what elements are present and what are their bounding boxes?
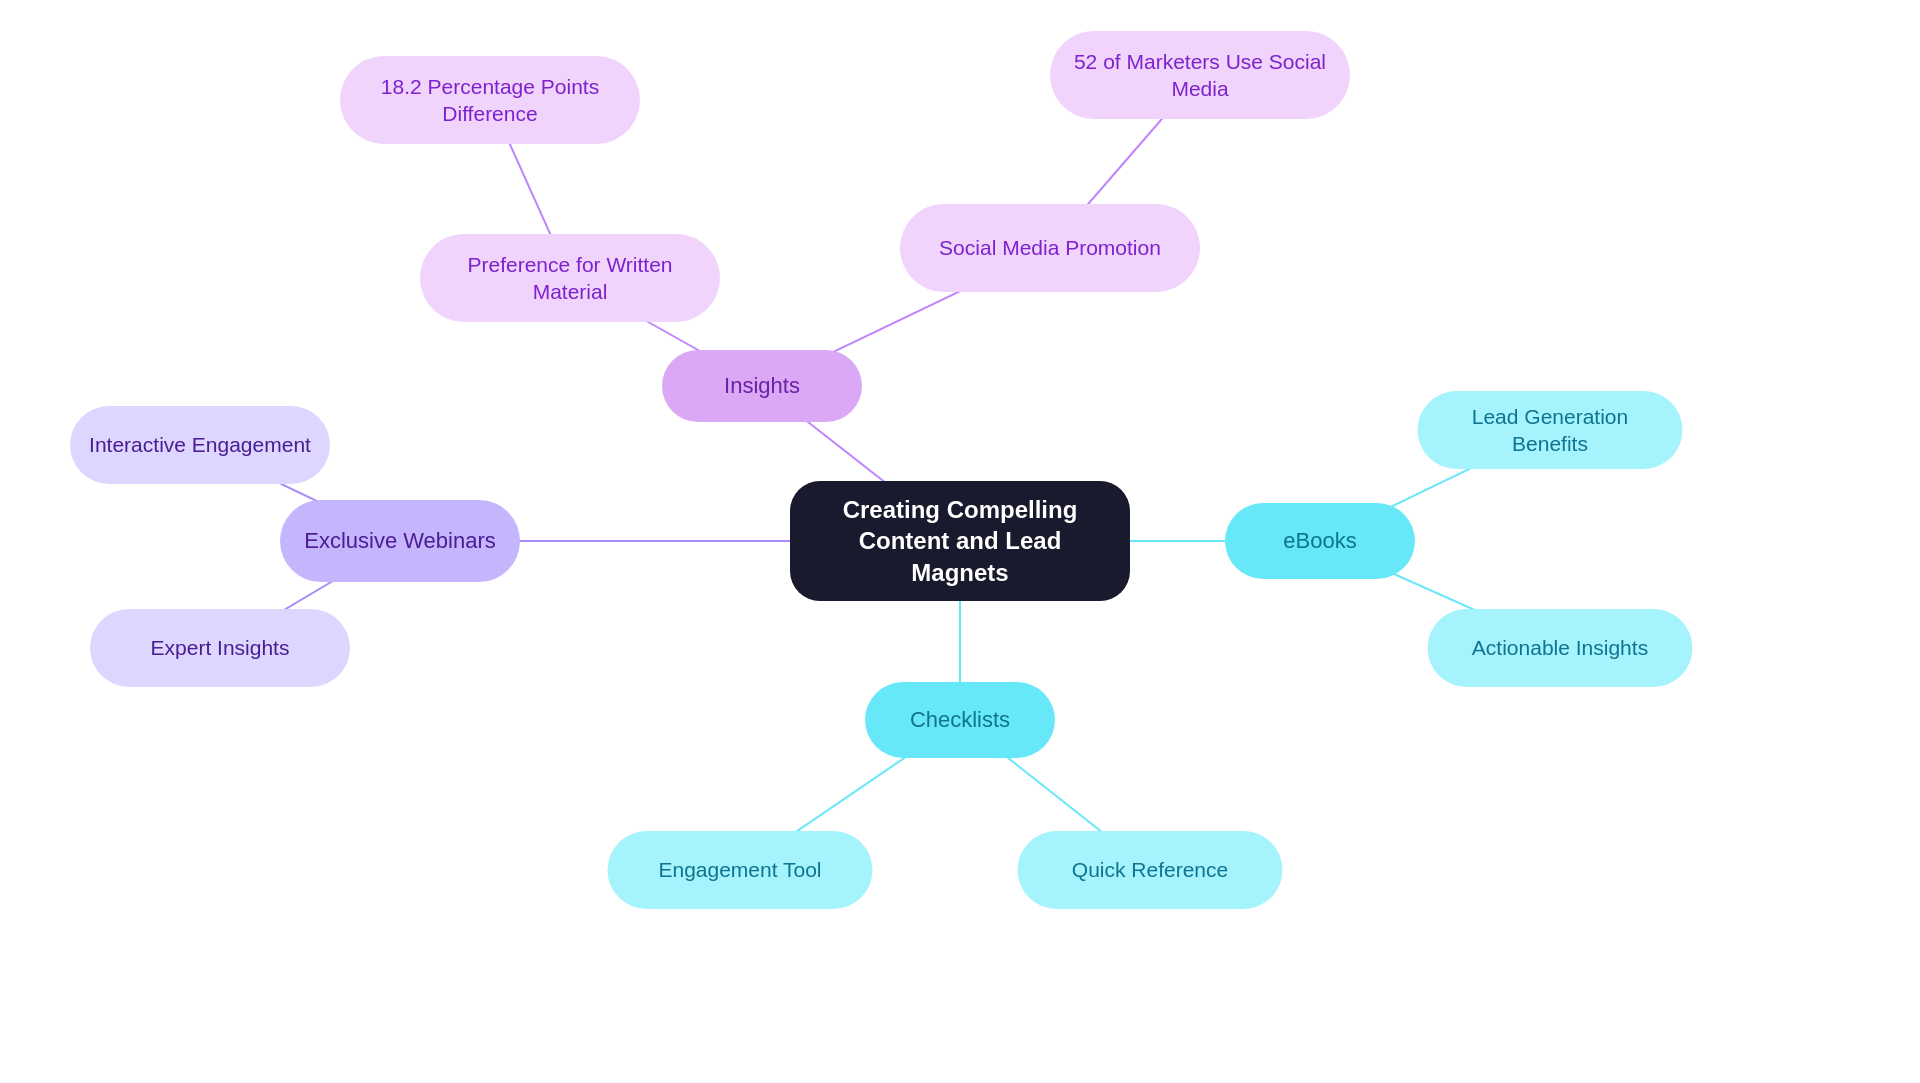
node-expert[interactable]: Expert Insights xyxy=(90,609,350,687)
node-ebooks[interactable]: eBooks xyxy=(1225,503,1415,579)
node-actionable[interactable]: Actionable Insights xyxy=(1428,609,1693,687)
node-preference[interactable]: Preference for Written Material xyxy=(420,234,720,322)
mindmap-container: Creating Compelling Content and Lead Mag… xyxy=(0,0,1920,1083)
node-marketers[interactable]: 52 of Marketers Use Social Media xyxy=(1050,31,1350,119)
node-social_promo[interactable]: Social Media Promotion xyxy=(900,204,1200,292)
node-interactive[interactable]: Interactive Engagement xyxy=(70,406,330,484)
node-insights[interactable]: Insights xyxy=(662,350,862,422)
node-webinars[interactable]: Exclusive Webinars xyxy=(280,500,520,582)
node-percentage[interactable]: 18.2 Percentage Points Difference xyxy=(340,56,640,144)
node-engagement_tool[interactable]: Engagement Tool xyxy=(608,831,873,909)
node-checklists[interactable]: Checklists xyxy=(865,682,1055,758)
node-center[interactable]: Creating Compelling Content and Lead Mag… xyxy=(790,481,1130,601)
node-quick_ref[interactable]: Quick Reference xyxy=(1018,831,1283,909)
node-lead_gen[interactable]: Lead Generation Benefits xyxy=(1418,391,1683,469)
